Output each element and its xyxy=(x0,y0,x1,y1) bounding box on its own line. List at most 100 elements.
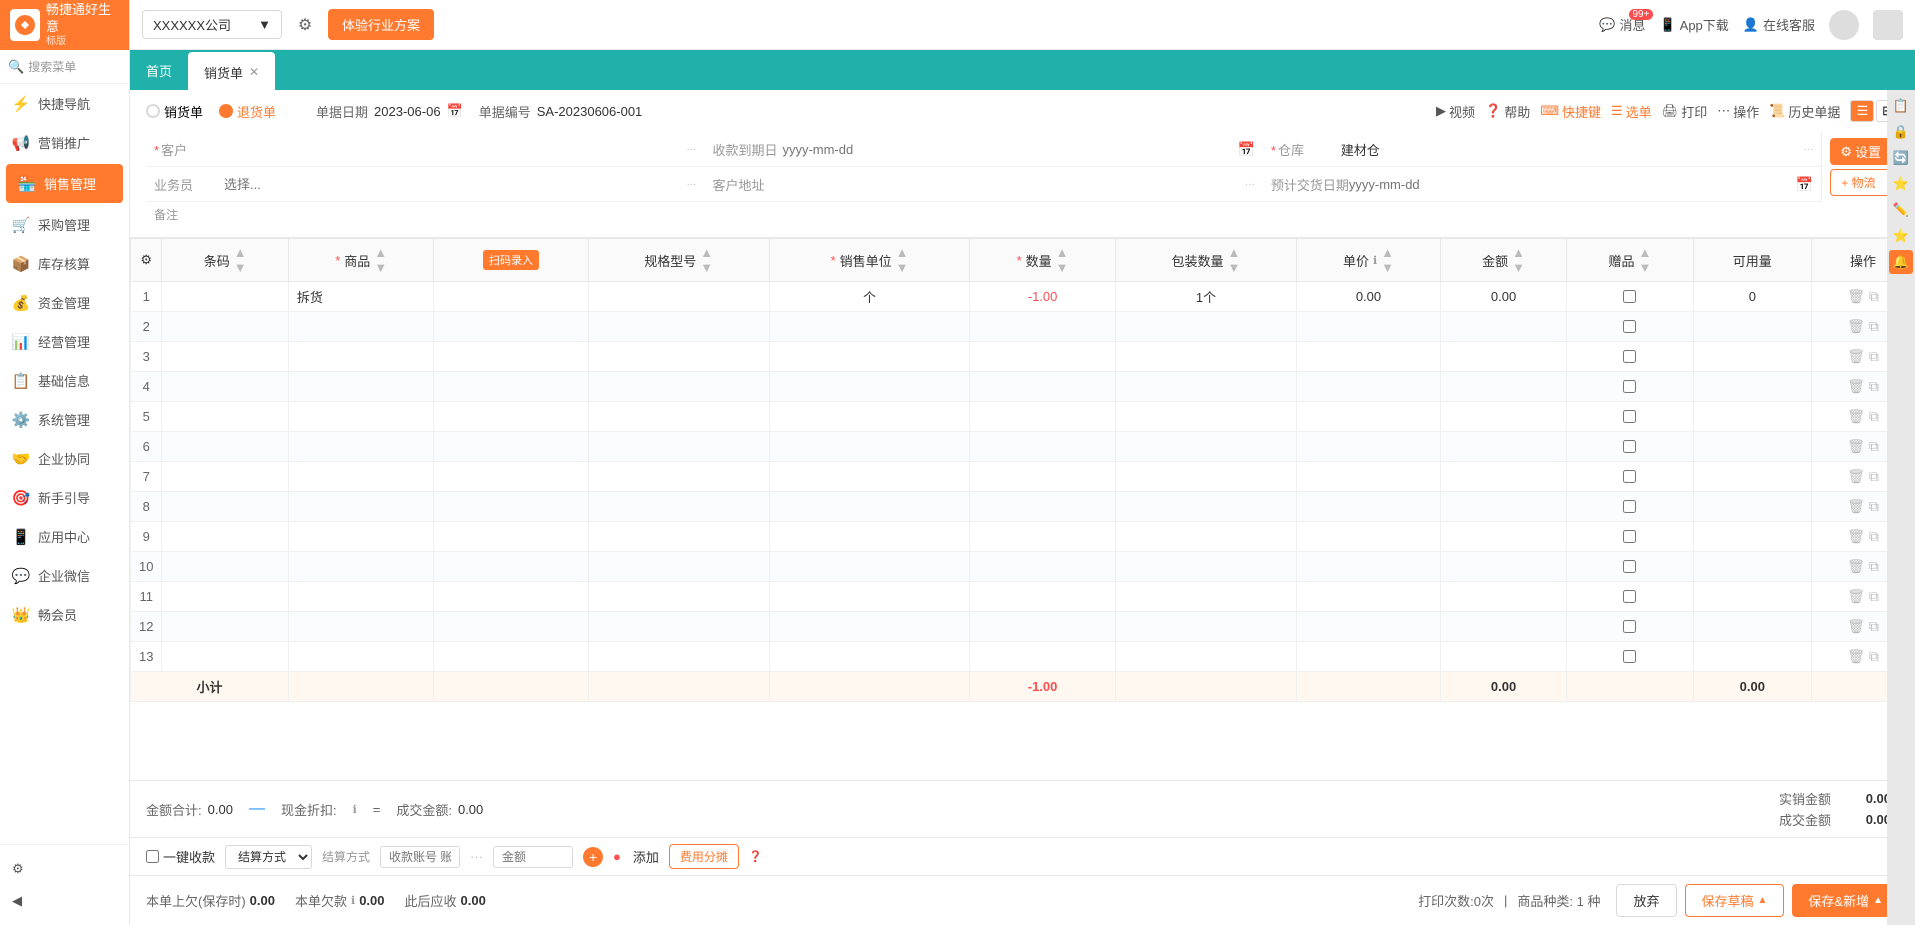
header-settings-btn[interactable]: ⚙ xyxy=(290,10,320,40)
delete-row-btn[interactable]: 🗑 xyxy=(1847,438,1865,455)
calendar-icon-date[interactable]: 📅 xyxy=(447,103,463,119)
sidebar-item-app[interactable]: 📱 应用中心 xyxy=(0,517,129,556)
col-header-settings[interactable]: ⚙ xyxy=(131,239,162,282)
copy-row-btn[interactable]: ⧉ xyxy=(1869,558,1879,575)
float-btn-3[interactable]: 🔄 xyxy=(1889,146,1913,170)
company-selector[interactable]: XXXXXX公司 ▼ xyxy=(142,10,282,39)
payment-due-calendar-icon[interactable]: 📅 xyxy=(1237,141,1254,158)
copy-row-btn[interactable]: ⧉ xyxy=(1869,438,1879,455)
copy-row-btn[interactable]: ⧉ xyxy=(1869,348,1879,365)
float-btn-1[interactable]: 📋 xyxy=(1889,94,1913,118)
sidebar-item-operations[interactable]: 📊 经营管理 xyxy=(0,322,129,361)
gift-checkbox[interactable] xyxy=(1623,380,1636,393)
gift-checkbox[interactable] xyxy=(1623,560,1636,573)
customer-input[interactable] xyxy=(224,142,682,157)
delete-row-btn[interactable]: 🗑 xyxy=(1847,348,1865,365)
delete-row-btn[interactable]: 🗑 xyxy=(1847,468,1865,485)
sidebar-item-finance[interactable]: 💰 资金管理 xyxy=(0,283,129,322)
delivery-calendar-icon[interactable]: 📅 xyxy=(1796,176,1813,193)
float-btn-7[interactable]: 🔔 xyxy=(1889,250,1913,274)
delete-row-btn[interactable]: 🗑 xyxy=(1847,288,1865,305)
one-click-payment[interactable]: 一键收款 xyxy=(146,847,215,866)
expense-help-icon[interactable]: ❓ xyxy=(749,850,763,863)
payment-method-select[interactable]: 结算方式 xyxy=(225,845,312,869)
save-draft-btn[interactable]: 保存草稿 ▲ xyxy=(1685,884,1785,917)
delete-row-btn[interactable]: 🗑 xyxy=(1847,318,1865,335)
one-click-checkbox[interactable] xyxy=(146,850,159,863)
salesperson-more-btn[interactable]: ··· xyxy=(686,179,696,190)
radio-return-order[interactable]: 退货单 xyxy=(219,102,276,121)
address-more-btn[interactable]: ··· xyxy=(1245,179,1255,190)
copy-row-btn[interactable]: ⧉ xyxy=(1869,378,1879,395)
copy-row-btn[interactable]: ⧉ xyxy=(1869,468,1879,485)
gift-checkbox[interactable] xyxy=(1623,470,1636,483)
payment-due-input[interactable] xyxy=(782,142,1233,157)
message-btn[interactable]: 💬 消息 99+ xyxy=(1599,15,1645,34)
float-btn-5[interactable]: ✏️ xyxy=(1889,198,1913,222)
copy-row-btn[interactable]: ⧉ xyxy=(1869,318,1879,335)
delivery-date-input[interactable] xyxy=(1349,177,1792,192)
user-menu[interactable] xyxy=(1873,10,1903,40)
account-more-btn[interactable]: ··· xyxy=(470,849,483,864)
tab-home[interactable]: 首页 xyxy=(130,50,188,90)
sidebar-search[interactable]: 🔍 搜索菜单 xyxy=(0,50,129,84)
sidebar-item-base[interactable]: 📋 基础信息 xyxy=(0,361,129,400)
minus-icon[interactable]: — xyxy=(249,800,265,818)
sidebar-bottom-settings[interactable]: ⚙ xyxy=(0,853,129,885)
add-payment-btn[interactable]: + xyxy=(583,847,603,867)
amount-input[interactable] xyxy=(493,846,573,868)
settings-action-btn[interactable]: ⚙ 设置 xyxy=(1830,138,1891,165)
tab-close-btn[interactable]: ✕ xyxy=(249,65,259,79)
copy-row-btn[interactable]: ⧉ xyxy=(1869,288,1879,305)
sidebar-item-quick-nav[interactable]: ⚡ 快捷导航 xyxy=(0,84,129,123)
app-download-btn[interactable]: 📱 App下载 xyxy=(1659,15,1728,34)
customer-more-btn[interactable]: ··· xyxy=(686,144,696,155)
copy-row-btn[interactable]: ⧉ xyxy=(1869,618,1879,635)
delete-row-btn[interactable]: 🗑 xyxy=(1847,558,1865,575)
toolbar-video-btn[interactable]: ▶ 视频 xyxy=(1436,102,1475,121)
delete-row-btn[interactable]: 🗑 xyxy=(1847,528,1865,545)
toolbar-print-btn[interactable]: 🖨 打印 xyxy=(1662,102,1708,121)
copy-row-btn[interactable]: ⧉ xyxy=(1869,648,1879,665)
gift-checkbox[interactable] xyxy=(1623,350,1636,363)
delete-row-btn[interactable]: 🗑 xyxy=(1847,618,1865,635)
sidebar-item-system[interactable]: ⚙️ 系统管理 xyxy=(0,400,129,439)
copy-row-btn[interactable]: ⧉ xyxy=(1869,528,1879,545)
account-input[interactable] xyxy=(380,846,460,868)
online-service-btn[interactable]: 👤 在线客服 xyxy=(1743,15,1815,34)
table-container[interactable]: ⚙ 条码▲▼ *商品▲▼ 扫码录入 规格型号▲▼ *销售单位▲▼ xyxy=(130,238,1915,780)
delete-row-btn[interactable]: 🗑 xyxy=(1847,498,1865,515)
logistics-btn[interactable]: + 物流 xyxy=(1830,169,1891,196)
float-btn-2[interactable]: 🔒 xyxy=(1889,120,1913,144)
sidebar-bottom-collapse[interactable]: ◀ xyxy=(0,885,129,917)
salesperson-input[interactable] xyxy=(224,177,682,192)
sidebar-item-inventory[interactable]: 📦 库存核算 xyxy=(0,244,129,283)
gift-checkbox[interactable] xyxy=(1623,440,1636,453)
radio-sales-order[interactable]: 销货单 xyxy=(146,102,203,121)
delete-row-btn[interactable]: 🗑 xyxy=(1847,378,1865,395)
gift-checkbox[interactable] xyxy=(1623,620,1636,633)
gift-checkbox[interactable] xyxy=(1623,410,1636,423)
gift-checkbox[interactable] xyxy=(1623,650,1636,663)
gift-checkbox[interactable] xyxy=(1623,320,1636,333)
gift-checkbox[interactable] xyxy=(1623,290,1636,303)
sidebar-item-member[interactable]: 👑 畅会员 xyxy=(0,595,129,634)
experience-btn[interactable]: 体验行业方案 xyxy=(328,9,434,40)
customer-address-input[interactable] xyxy=(782,177,1240,192)
copy-row-btn[interactable]: ⧉ xyxy=(1869,408,1879,425)
gift-checkbox[interactable] xyxy=(1623,500,1636,513)
gift-checkbox[interactable] xyxy=(1623,530,1636,543)
delete-row-btn[interactable]: 🗑 xyxy=(1847,588,1865,605)
copy-row-btn[interactable]: ⧉ xyxy=(1869,588,1879,605)
user-avatar[interactable] xyxy=(1829,10,1859,40)
sidebar-item-sales[interactable]: 🏪 销售管理 xyxy=(6,164,123,203)
save-new-btn[interactable]: 保存&新增 ▲ xyxy=(1792,884,1899,917)
delete-row-btn[interactable]: 🗑 xyxy=(1847,408,1865,425)
view-list-btn[interactable]: ☰ xyxy=(1850,100,1874,122)
delete-row-btn[interactable]: 🗑 xyxy=(1847,648,1865,665)
sidebar-item-purchase[interactable]: 🛒 采购管理 xyxy=(0,205,129,244)
toolbar-shortcut-btn[interactable]: ⌨ 快捷键 xyxy=(1540,102,1601,121)
toolbar-select-btn[interactable]: ☰ 选单 xyxy=(1611,102,1652,121)
remarks-input[interactable] xyxy=(224,207,1891,222)
gift-checkbox[interactable] xyxy=(1623,590,1636,603)
